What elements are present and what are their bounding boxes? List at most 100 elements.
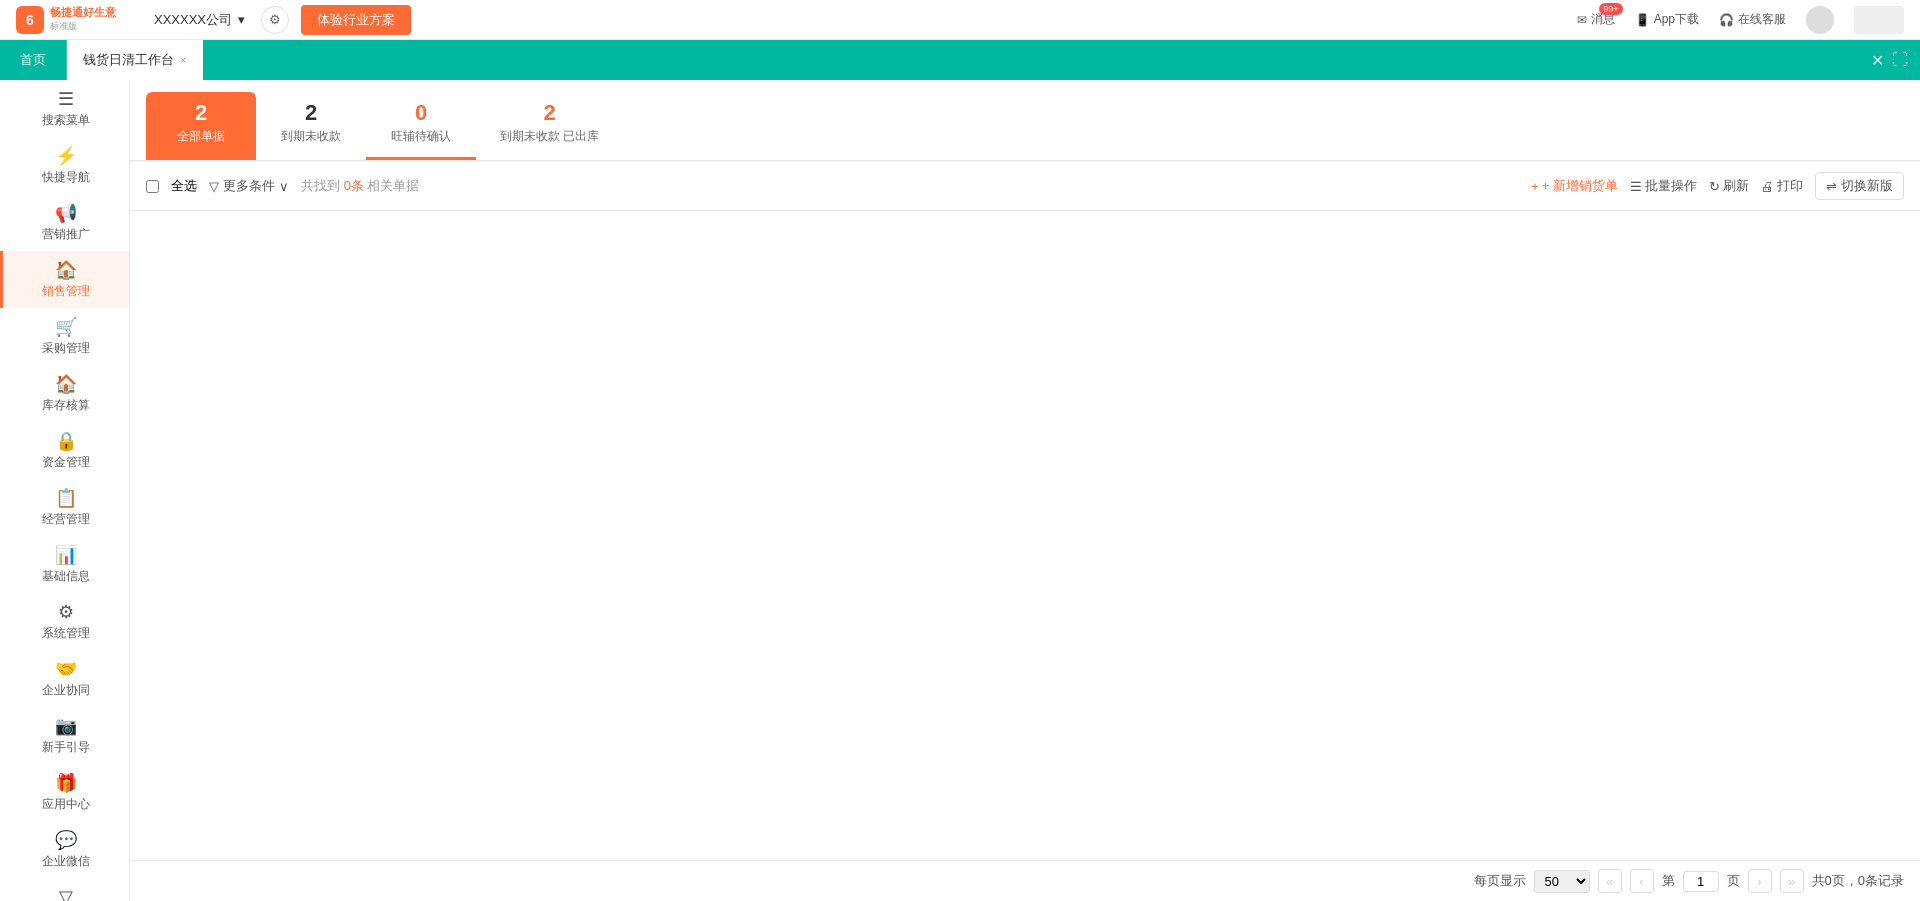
sidebar-item-operations[interactable]: 📋 经营管理 — [0, 479, 129, 536]
enterprise-coop-icon: 🤝 — [55, 660, 77, 678]
sidebar-item-enterprise-wechat[interactable]: 💬 企业微信 — [0, 821, 129, 878]
next-page-icon: › — [1757, 874, 1761, 889]
enterprise-wechat-icon: 💬 — [55, 831, 77, 849]
sys-manage-icon: ⚙ — [58, 603, 74, 621]
stat-tab-wangpu[interactable]: 0 旺辅待确认 — [366, 92, 476, 160]
user-info[interactable] — [1854, 6, 1904, 34]
company-name: XXXXXX公司 — [154, 11, 232, 29]
sidebar-label-enterprise-wechat: 企业微信 — [42, 853, 90, 870]
sidebar-item-marketing[interactable]: 📢 营销推广 — [0, 194, 129, 251]
refresh-label: 刷新 — [1723, 177, 1749, 195]
sidebar-label-quick-nav: 快捷导航 — [42, 169, 90, 186]
stat-tab-overdue[interactable]: 2 到期未收款 — [256, 92, 366, 160]
add-btn-label: + 新增销货单 — [1542, 177, 1618, 195]
found-suffix: 相关单据 — [367, 178, 419, 193]
more-filters-label: 更多条件 — [223, 177, 275, 195]
avatar[interactable] — [1806, 6, 1834, 34]
messages-button[interactable]: ✉ 消息 99+ — [1577, 11, 1615, 28]
switch-label: 切换新版 — [1841, 177, 1893, 195]
app-download-button[interactable]: 📱 App下载 — [1635, 11, 1699, 28]
add-sales-order-button[interactable]: + + 新增销货单 — [1531, 177, 1618, 195]
sidebar-label-finance: 资金管理 — [42, 454, 90, 471]
sidebar-item-inventory[interactable]: 🏠 库存核算 — [0, 365, 129, 422]
expand-icon[interactable]: ⛶ — [1892, 51, 1908, 69]
sidebar-label-marketing: 营销推广 — [42, 226, 90, 243]
batch-label: 批量操作 — [1645, 177, 1697, 195]
found-count: 0条 — [344, 178, 364, 193]
tab-cash-work[interactable]: 钱货日清工作台 × — [67, 40, 203, 80]
more-filters-button[interactable]: ▽ 更多条件 ∨ — [209, 177, 289, 195]
refresh-button[interactable]: ↻ 刷新 — [1709, 177, 1749, 195]
trial-button[interactable]: 体验行业方案 — [301, 5, 411, 35]
nav-tabs-right: ✕ ⛶ — [1871, 51, 1920, 70]
settings-button[interactable]: ⚙ — [261, 6, 289, 34]
purchase-icon: 🛒 — [55, 318, 77, 336]
nav-tabs: 首页 钱货日清工作台 × ✕ ⛶ — [0, 40, 1920, 80]
stat-overdue-unshipped-label: 到期未收款 已出库 — [500, 128, 599, 145]
sidebar-item-sys-manage[interactable]: ⚙ 系统管理 — [0, 593, 129, 650]
toolbar-right: + + 新增销货单 ☰ 批量操作 ↻ 刷新 🖨 打印 ⇌ 切换新版 — [1531, 172, 1904, 200]
batch-operations-button[interactable]: ☰ 批量操作 — [1630, 177, 1697, 195]
found-text: 共找到 0条 相关单据 — [301, 177, 419, 195]
sidebar-item-finance[interactable]: 🔒 资金管理 — [0, 422, 129, 479]
last-page-icon: » — [1788, 874, 1795, 889]
gear-icon: ⚙ — [269, 12, 281, 27]
page-size-select[interactable]: 50 100 200 — [1534, 870, 1590, 893]
last-page-button[interactable]: » — [1780, 869, 1804, 893]
basic-info-icon: 📊 — [55, 546, 77, 564]
per-page-label: 每页显示 — [1474, 872, 1526, 890]
select-all-checkbox[interactable] — [146, 180, 159, 193]
sidebar: ☰ 搜索菜单 ⚡ 快捷导航 📢 营销推广 🏠 销售管理 🛒 采购管理 🏠 库存核… — [0, 80, 130, 901]
prev-page-button[interactable]: ‹ — [1630, 869, 1654, 893]
sidebar-label-purchase: 采购管理 — [42, 340, 90, 357]
stat-wangpu-number: 0 — [415, 100, 427, 126]
filter-icon: ▽ — [209, 179, 219, 194]
tab-home[interactable]: 首页 — [0, 40, 67, 80]
new-guide-icon: 📷 — [55, 717, 77, 735]
marketing-icon: 📢 — [55, 204, 77, 222]
switch-icon: ⇌ — [1826, 179, 1837, 194]
sidebar-item-app-center[interactable]: 🎁 应用中心 — [0, 764, 129, 821]
sidebar-item-search-menu[interactable]: ☰ 搜索菜单 — [0, 80, 129, 137]
prev-page-icon: ‹ — [1639, 874, 1643, 889]
header-right: ✉ 消息 99+ 📱 App下载 🎧 在线客服 — [1577, 6, 1904, 34]
sidebar-item-purchase[interactable]: 🛒 采购管理 — [0, 308, 129, 365]
sidebar-label-search-menu: 搜索菜单 — [42, 112, 90, 129]
tab-home-label: 首页 — [20, 51, 46, 69]
sidebar-label-sales: 销售管理 — [42, 283, 90, 300]
stat-tab-overdue-unshipped[interactable]: 2 到期未收款 已出库 — [476, 92, 623, 160]
stat-overdue-number: 2 — [305, 100, 317, 126]
download-icon: 📱 — [1635, 13, 1650, 27]
total-label: 共0页，0条记录 — [1812, 872, 1904, 890]
close-window-icon[interactable]: ✕ — [1871, 51, 1884, 70]
table-area — [130, 211, 1920, 860]
first-page-icon: « — [1606, 874, 1613, 889]
app-download-label: App下载 — [1654, 11, 1699, 28]
close-tab-icon[interactable]: × — [180, 54, 186, 66]
switch-version-button[interactable]: ⇌ 切换新版 — [1815, 172, 1904, 200]
tab-cash-work-label: 钱货日清工作台 — [83, 51, 174, 69]
app-center-icon: 🎁 — [55, 774, 77, 792]
message-icon: ✉ — [1577, 13, 1587, 27]
sidebar-item-quick-nav[interactable]: ⚡ 快捷导航 — [0, 137, 129, 194]
current-page-input[interactable] — [1683, 871, 1719, 892]
service-icon: 🎧 — [1719, 13, 1734, 27]
sidebar-label-basic-info: 基础信息 — [42, 568, 90, 585]
chevron-down-filter-icon: ∨ — [279, 179, 289, 194]
online-service-button[interactable]: 🎧 在线客服 — [1719, 11, 1786, 28]
company-selector[interactable]: XXXXXX公司 ▾ — [146, 7, 253, 33]
sidebar-item-basic-info[interactable]: 📊 基础信息 — [0, 536, 129, 593]
vip-icon: ▽ — [59, 888, 73, 901]
next-page-button[interactable]: › — [1748, 869, 1772, 893]
first-page-button[interactable]: « — [1598, 869, 1622, 893]
stat-tab-all[interactable]: 2 全部单据 — [146, 92, 256, 160]
print-button[interactable]: 🖨 打印 — [1761, 177, 1803, 195]
sidebar-item-new-guide[interactable]: 📷 新手引导 — [0, 707, 129, 764]
refresh-icon: ↻ — [1709, 179, 1720, 194]
stats-tabs: 2 全部单据 2 到期未收款 0 旺辅待确认 2 到期未收款 已出库 — [130, 80, 1920, 161]
sidebar-item-vip[interactable]: ▽ 畅会员 — [0, 878, 129, 901]
sidebar-item-enterprise-coop[interactable]: 🤝 企业协同 — [0, 650, 129, 707]
sidebar-item-sales[interactable]: 🏠 销售管理 — [0, 251, 129, 308]
page-suffix: 页 — [1727, 872, 1740, 890]
found-prefix: 共找到 — [301, 178, 340, 193]
